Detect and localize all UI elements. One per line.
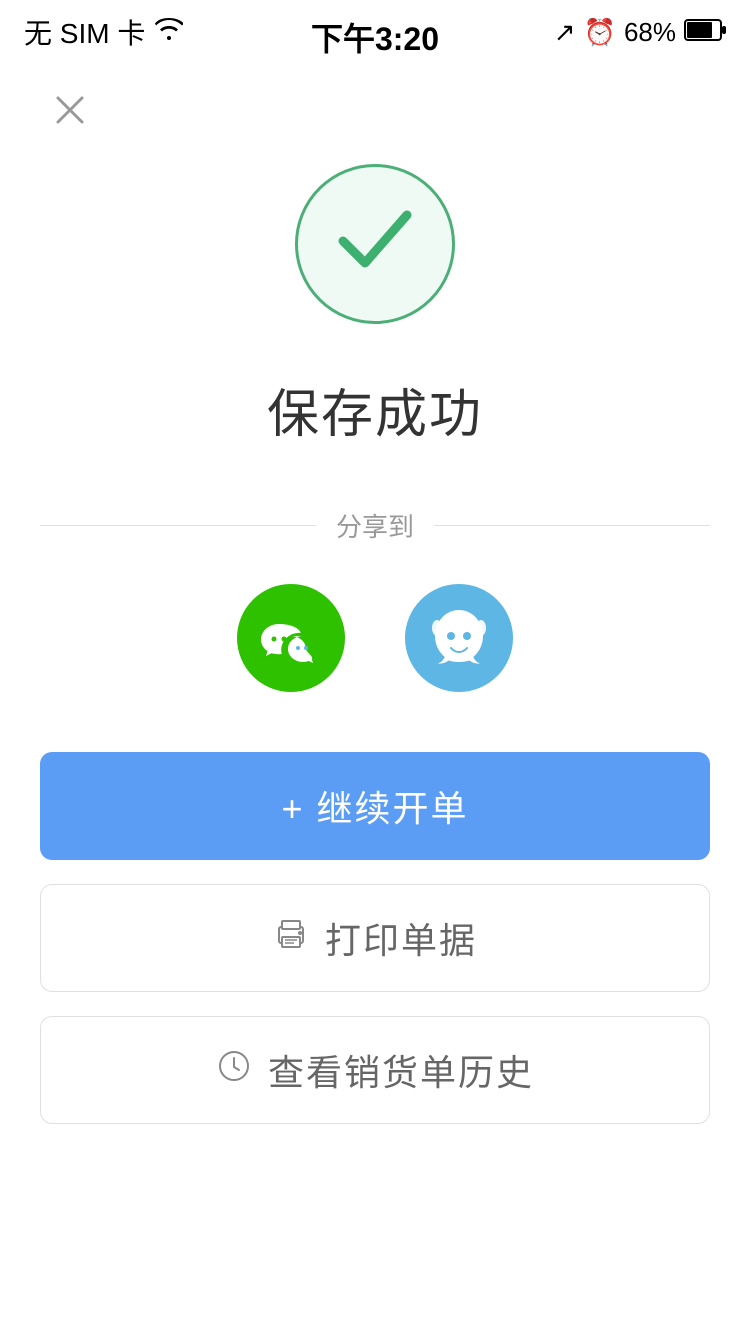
qq-share-button[interactable] [405,584,513,692]
close-button[interactable] [40,80,100,140]
status-time: 下午3:20 [311,14,439,60]
wechat-share-button[interactable] [237,584,345,692]
main-content: 保存成功 分享到 [0,64,750,1124]
continue-order-label: + 继续开单 [281,780,468,832]
share-label: 分享到 [336,507,414,544]
view-history-label: 查看销货单历史 [268,1044,534,1096]
share-divider: 分享到 [40,507,710,544]
success-title: 保存成功 [267,372,483,447]
status-right: ↗ ⏰ 68% [554,17,726,48]
checkmark-icon [335,203,415,286]
view-history-button[interactable]: 查看销货单历史 [40,1016,710,1124]
wifi-icon [155,18,183,47]
alarm-icon: ⏰ [584,17,616,48]
battery-icon [684,17,726,48]
printer-icon [273,917,309,960]
share-icons [40,584,710,692]
print-receipt-label: 打印单据 [325,912,477,964]
carrier-text: 无 SIM 卡 [24,12,145,52]
status-bar: 无 SIM 卡 下午3:20 ↗ ⏰ 68% [0,0,750,64]
success-icon-circle [295,164,455,324]
location-icon: ↗ [554,17,576,48]
battery-text: 68% [624,17,676,48]
status-left: 无 SIM 卡 [24,12,183,52]
print-receipt-button[interactable]: 打印单据 [40,884,710,992]
history-icon [216,1048,252,1093]
share-section: 分享到 [0,507,750,752]
action-buttons: + 继续开单 打印单据 [0,752,750,1124]
continue-order-button[interactable]: + 继续开单 [40,752,710,860]
